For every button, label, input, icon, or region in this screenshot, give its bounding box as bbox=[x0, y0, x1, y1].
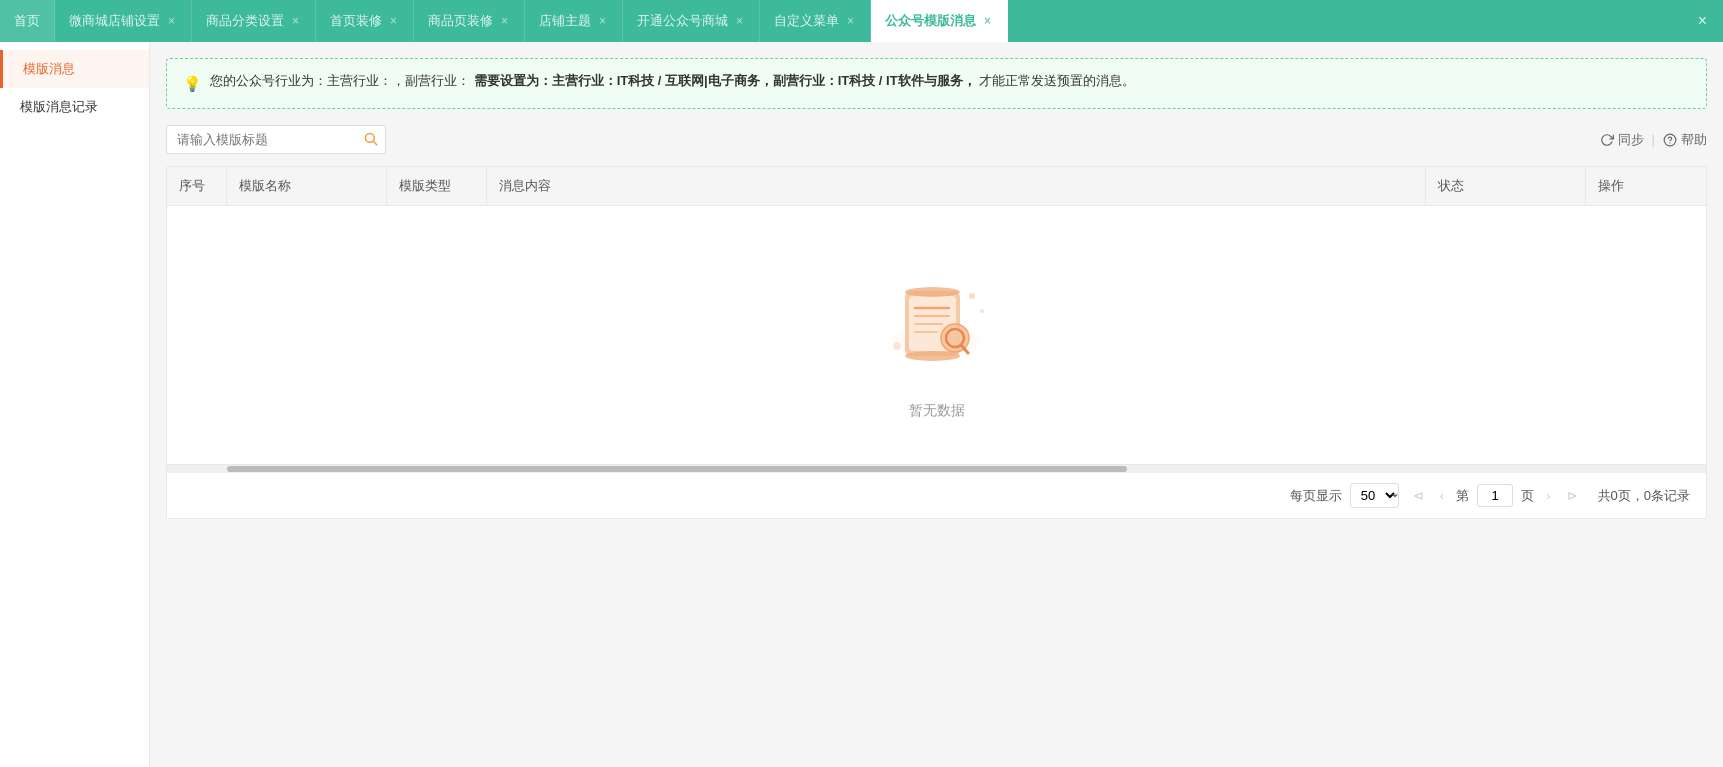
per-page-select[interactable]: 50 bbox=[1350, 483, 1399, 508]
col-type: 模版类型 bbox=[387, 167, 487, 205]
svg-point-17 bbox=[980, 309, 984, 313]
last-page-button[interactable]: ⊳ bbox=[1563, 486, 1582, 505]
close-tab-mall[interactable]: × bbox=[734, 14, 745, 28]
tab-template[interactable]: 公众号模版消息 × bbox=[871, 0, 1008, 42]
page-number-input[interactable] bbox=[1477, 484, 1513, 507]
sidebar-item-template-msg[interactable]: 模版消息 bbox=[0, 50, 149, 88]
pagination: 每页显示 50 ⊲ ‹ 第 页 › ⊳ 共0页，0条记录 bbox=[167, 472, 1706, 518]
tab-home[interactable]: 首页 bbox=[0, 0, 55, 42]
help-icon bbox=[1663, 133, 1677, 147]
sync-icon bbox=[1600, 133, 1614, 147]
tab-category[interactable]: 商品分类设置 × bbox=[192, 0, 316, 42]
tab-bar: 首页 微商城店铺设置 × 商品分类设置 × 首页装修 × 商品页装修 × 店铺主… bbox=[0, 0, 1723, 42]
col-actions: 操作 bbox=[1586, 167, 1706, 205]
per-page-label: 每页显示 bbox=[1290, 487, 1342, 505]
close-tab-homepage[interactable]: × bbox=[388, 14, 399, 28]
empty-state: 暂无数据 bbox=[167, 206, 1706, 460]
prev-page-button[interactable]: ‹ bbox=[1436, 486, 1448, 505]
scrollbar-thumb[interactable] bbox=[227, 466, 1127, 472]
col-status: 状态 bbox=[1426, 167, 1586, 205]
close-tab-custommenu[interactable]: × bbox=[845, 14, 856, 28]
page-label: 第 bbox=[1456, 487, 1469, 505]
col-name: 模版名称 bbox=[227, 167, 387, 205]
table-header: 序号 模版名称 模版类型 消息内容 状态 操作 bbox=[167, 167, 1706, 206]
close-all-tabs[interactable]: × bbox=[1682, 12, 1723, 30]
col-index: 序号 bbox=[167, 167, 227, 205]
search-icon bbox=[363, 131, 378, 146]
search-bar: 同步 | 帮助 bbox=[166, 125, 1707, 154]
search-input[interactable] bbox=[166, 125, 386, 154]
search-left bbox=[166, 125, 386, 154]
close-tab-productpage[interactable]: × bbox=[499, 14, 510, 28]
empty-illustration bbox=[877, 266, 997, 386]
main-layout: 模版消息 模版消息记录 💡 您的公众号行业为：主营行业：，副营行业： 需要设置为… bbox=[0, 42, 1723, 767]
notice-banner: 💡 您的公众号行业为：主营行业：，副营行业： 需要设置为：主营行业：IT科技 /… bbox=[166, 58, 1707, 109]
svg-point-18 bbox=[893, 342, 901, 350]
sync-button[interactable]: 同步 bbox=[1600, 131, 1644, 149]
table-scrollbar[interactable] bbox=[167, 464, 1706, 472]
data-table: 序号 模版名称 模版类型 消息内容 状态 操作 bbox=[166, 166, 1707, 519]
next-page-button[interactable]: › bbox=[1542, 486, 1554, 505]
tab-custommenu[interactable]: 自定义菜单 × bbox=[760, 0, 871, 42]
search-input-wrap bbox=[166, 125, 386, 154]
first-page-button[interactable]: ⊲ bbox=[1409, 486, 1428, 505]
tab-homepage[interactable]: 首页装修 × bbox=[316, 0, 414, 42]
tab-weishop[interactable]: 微商城店铺设置 × bbox=[55, 0, 192, 42]
svg-point-11 bbox=[905, 287, 960, 297]
page-unit-label: 页 bbox=[1521, 487, 1534, 505]
close-tab-template[interactable]: × bbox=[982, 14, 993, 28]
notice-text: 您的公众号行业为：主营行业：，副营行业： 需要设置为：主营行业：IT科技 / 互… bbox=[210, 71, 1135, 92]
help-button[interactable]: 帮助 bbox=[1663, 131, 1707, 149]
notice-icon: 💡 bbox=[183, 72, 202, 96]
search-button[interactable] bbox=[363, 131, 378, 149]
svg-line-1 bbox=[373, 141, 376, 144]
total-info: 共0页，0条记录 bbox=[1598, 487, 1690, 505]
close-tab-category[interactable]: × bbox=[290, 14, 301, 28]
svg-point-12 bbox=[905, 351, 960, 361]
content-area: 💡 您的公众号行业为：主营行业：，副营行业： 需要设置为：主营行业：IT科技 /… bbox=[150, 42, 1723, 767]
close-tab-theme[interactable]: × bbox=[597, 14, 608, 28]
empty-text: 暂无数据 bbox=[909, 402, 965, 420]
toolbar-right: 同步 | 帮助 bbox=[1600, 131, 1707, 149]
tab-mall[interactable]: 开通公众号商城 × bbox=[623, 0, 760, 42]
tab-theme[interactable]: 店铺主题 × bbox=[525, 0, 623, 42]
tab-productpage[interactable]: 商品页装修 × bbox=[414, 0, 525, 42]
sidebar: 模版消息 模版消息记录 bbox=[0, 42, 150, 767]
col-content: 消息内容 bbox=[487, 167, 1426, 205]
svg-point-16 bbox=[969, 293, 975, 299]
close-tab-weishop[interactable]: × bbox=[166, 14, 177, 28]
sidebar-item-template-log[interactable]: 模版消息记录 bbox=[0, 88, 149, 126]
toolbar-divider: | bbox=[1652, 132, 1655, 147]
